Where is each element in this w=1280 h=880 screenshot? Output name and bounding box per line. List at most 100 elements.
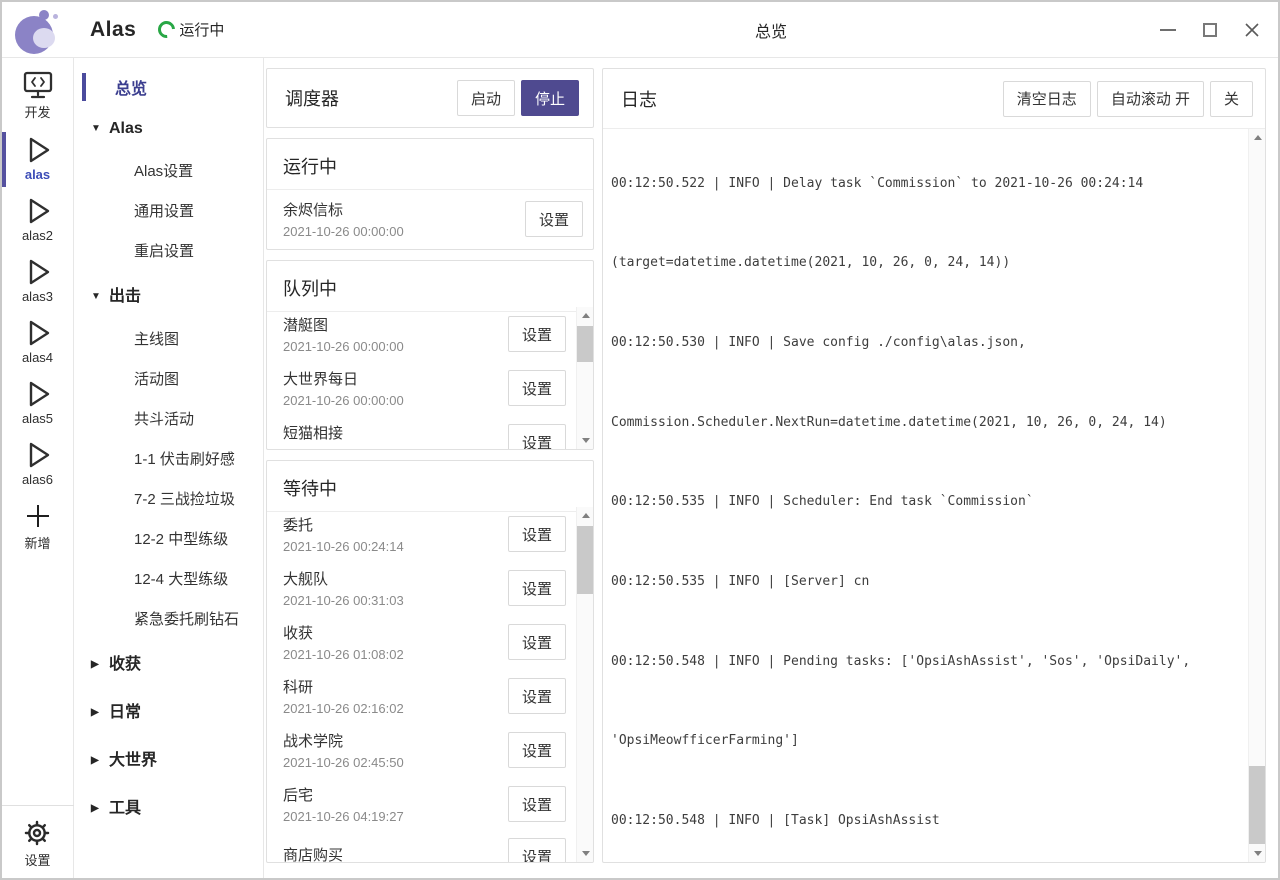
play-icon <box>22 440 54 470</box>
queued-title: 队列中 <box>267 261 593 312</box>
sidebar-item[interactable]: 重启设置 <box>74 230 263 270</box>
task-info: 后宅 2021-10-26 04:19:27 <box>283 784 404 824</box>
add-instance-label: 新增 <box>24 533 50 552</box>
task-sidebar: 总览 ▼Alas Alas设置 通用设置 重启设置 ▼出击 主线图 活动图 共斗… <box>74 58 264 879</box>
nav-rail-instance-label: alas4 <box>22 350 53 365</box>
task-setting-button[interactable]: 设置 <box>508 786 566 822</box>
sidebar-item-label: Alas设置 <box>134 163 193 180</box>
log-scrollbar[interactable] <box>1248 129 1265 862</box>
nav-rail-instance[interactable]: alas5 <box>2 373 73 434</box>
task-info: 科研 2021-10-26 02:16:02 <box>283 676 404 716</box>
clear-log-button[interactable]: 清空日志 <box>1003 81 1091 117</box>
nav-rail-instance[interactable]: alas6 <box>2 434 73 495</box>
running-spinner-icon <box>155 18 179 42</box>
log-title: 日志 <box>621 86 657 112</box>
waiting-scrollbar[interactable] <box>576 507 593 862</box>
task-info: 战术学院 2021-10-26 02:45:50 <box>283 730 404 770</box>
scroll-up-icon[interactable] <box>577 507 594 524</box>
close-button[interactable] <box>1236 14 1268 46</box>
task-next-run-time: 2021-10-26 00:00:00 <box>283 224 404 239</box>
log-header: 日志 清空日志 自动滚动 开 关 <box>603 69 1265 129</box>
task-info: 余烬信标 2021-10-26 00:00:00 <box>283 199 404 239</box>
task-row: 大舰队 2021-10-26 00:31:03 设置 <box>267 561 576 615</box>
task-name: 科研 <box>283 676 404 697</box>
scrollbar-thumb[interactable] <box>577 326 594 362</box>
maximize-button[interactable] <box>1194 14 1226 46</box>
autoscroll-on-button[interactable]: 自动滚动 开 <box>1097 81 1204 117</box>
nav-rail-instance[interactable]: alas4 <box>2 312 73 373</box>
sidebar-item[interactable]: 7-2 三战捡垃圾 <box>74 478 263 518</box>
task-name: 委托 <box>283 514 404 535</box>
task-info: 大舰队 2021-10-26 00:31:03 <box>283 568 404 608</box>
nav-rail-instance-label: alas2 <box>22 228 53 243</box>
sidebar-item-label: 工具 <box>109 800 141 817</box>
queued-scrollbar[interactable] <box>576 307 593 449</box>
autoscroll-off-button[interactable]: 关 <box>1210 81 1253 117</box>
task-setting-button[interactable]: 设置 <box>508 516 566 552</box>
task-info: 商店购买 <box>283 844 343 863</box>
minimize-button[interactable] <box>1152 14 1184 46</box>
sidebar-item[interactable]: ▶日常 <box>74 686 263 734</box>
task-info: 委托 2021-10-26 00:24:14 <box>283 514 404 554</box>
task-next-run-time: 2021-10-26 01:08:02 <box>283 647 404 662</box>
task-setting-button[interactable]: 设置 <box>508 424 566 449</box>
sidebar-item[interactable]: 1-1 伏击刷好感 <box>74 438 263 478</box>
scheduler-stop-button[interactable]: 停止 <box>521 80 579 116</box>
nav-rail-instance[interactable]: alas2 <box>2 190 73 251</box>
task-next-run-time: 2021-10-26 00:24:14 <box>283 539 404 554</box>
task-setting-button[interactable]: 设置 <box>508 316 566 352</box>
sidebar-item[interactable]: 主线图 <box>74 318 263 358</box>
close-icon <box>1244 22 1260 38</box>
sidebar-item[interactable]: 紧急委托刷钻石 <box>74 598 263 638</box>
task-next-run-time: 2021-10-26 00:00:00 <box>283 339 404 354</box>
scheduler-start-button[interactable]: 启动 <box>457 80 515 116</box>
sidebar-item[interactable]: 共斗活动 <box>74 398 263 438</box>
task-setting-button[interactable]: 设置 <box>508 732 566 768</box>
task-setting-button[interactable]: 设置 <box>508 624 566 660</box>
running-title: 运行中 <box>267 139 593 190</box>
nav-rail-dev[interactable]: 开发 <box>2 64 73 129</box>
sidebar-item[interactable]: ▶工具 <box>74 782 263 830</box>
settings-button[interactable]: 设置 <box>2 806 73 879</box>
scroll-up-icon[interactable] <box>1249 129 1266 146</box>
scrollbar-thumb[interactable] <box>1249 766 1266 844</box>
task-name: 战术学院 <box>283 730 404 751</box>
sidebar-item[interactable]: 12-2 中型练级 <box>74 518 263 558</box>
nav-rail-instance[interactable]: alas3 <box>2 251 73 312</box>
sidebar-item[interactable]: 12-4 大型练级 <box>74 558 263 598</box>
scroll-down-icon[interactable] <box>577 845 594 862</box>
gear-icon <box>22 818 54 848</box>
scroll-down-icon[interactable] <box>1249 845 1266 862</box>
sidebar-item[interactable]: ▼Alas <box>74 108 263 150</box>
tree-arrow-icon: ▶ <box>91 659 109 670</box>
nav-rail-instance[interactable]: alas <box>2 129 73 190</box>
nav-rail-instance-label: alas3 <box>22 289 53 304</box>
task-setting-button[interactable]: 设置 <box>508 370 566 406</box>
task-setting-button[interactable]: 设置 <box>508 678 566 714</box>
window-controls <box>1152 2 1268 58</box>
sidebar-item[interactable]: 活动图 <box>74 358 263 398</box>
sidebar-item[interactable]: 总览 <box>74 70 263 104</box>
scroll-up-icon[interactable] <box>577 307 594 324</box>
minimize-icon <box>1160 29 1176 31</box>
log-lines: 00:12:50.522 | INFO | Delay task `Commis… <box>611 134 1247 862</box>
task-setting-button[interactable]: 设置 <box>525 201 583 237</box>
log-line: 00:12:50.548 | INFO | [Task] OpsiAshAssi… <box>611 811 1247 831</box>
scrollbar-thumb[interactable] <box>577 526 594 594</box>
sidebar-item-label: 主线图 <box>134 331 179 348</box>
tree-arrow-icon: ▶ <box>91 707 109 718</box>
sidebar-item[interactable]: ▼出击 <box>74 270 263 318</box>
task-next-run-time: 2021-10-26 02:45:50 <box>283 755 404 770</box>
sidebar-item[interactable]: ▶大世界 <box>74 734 263 782</box>
task-setting-button[interactable]: 设置 <box>508 838 566 862</box>
task-info: 潜艇图 2021-10-26 00:00:00 <box>283 314 404 354</box>
sidebar-item[interactable]: Alas设置 <box>74 150 263 190</box>
task-setting-button[interactable]: 设置 <box>508 570 566 606</box>
add-instance-button[interactable]: 新增 <box>2 495 73 560</box>
scroll-down-icon[interactable] <box>577 432 594 449</box>
sidebar-item[interactable]: 通用设置 <box>74 190 263 230</box>
running-card: 运行中 余烬信标 2021-10-26 00:00:00 设置 <box>266 138 594 250</box>
sidebar-item[interactable]: ▶收获 <box>74 638 263 686</box>
sidebar-item-label: 12-2 中型练级 <box>134 531 228 548</box>
queued-card: 队列中 潜艇图 2021-10-26 00:00:00 设置 大世界每日 202… <box>266 260 594 450</box>
